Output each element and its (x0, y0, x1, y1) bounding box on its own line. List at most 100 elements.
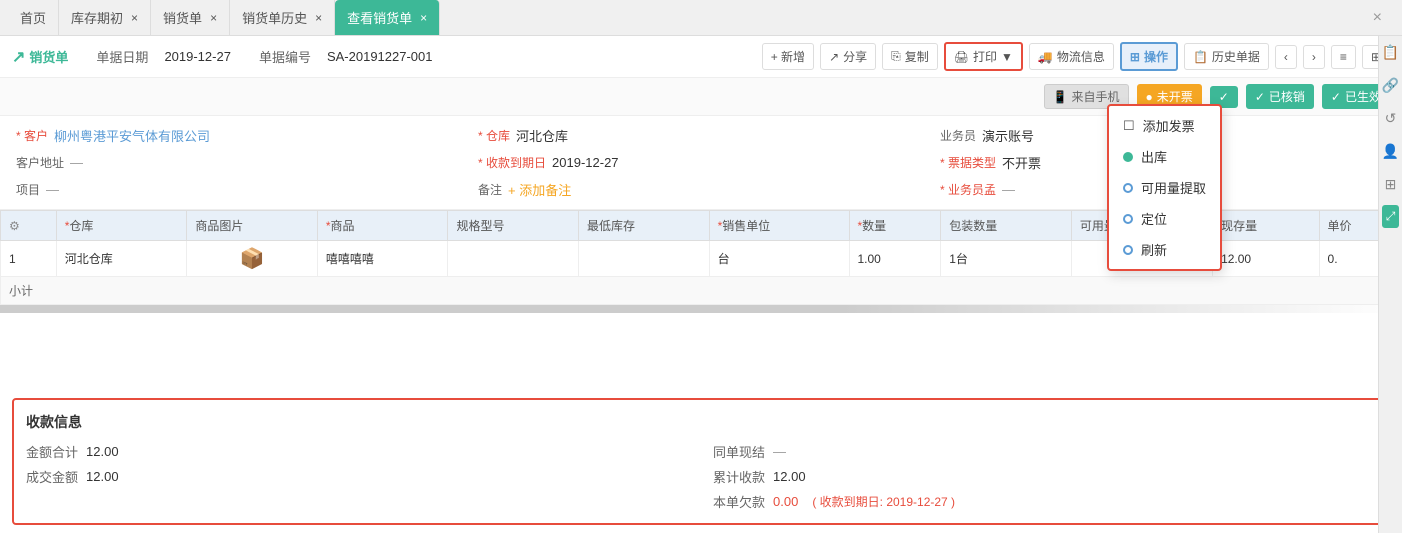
outbound-dot-icon (1123, 152, 1133, 162)
col-spec: 规格型号 (448, 211, 579, 241)
settings-icon[interactable]: ⚙ (9, 219, 20, 233)
transaction-amount-value: 12.00 (86, 469, 119, 484)
payment-left: 金额合计 12.00 成交金额 12.00 (26, 442, 689, 511)
arrears-note: ( 收款到期日: 2019-12-27 ) (812, 493, 955, 510)
number-value: SA-20191227-001 (327, 49, 433, 64)
warehouse-value: 河北仓库 (516, 126, 568, 145)
payment-section: 收款信息 金额合计 12.00 成交金额 12.00 同单现结 — 累计收款 (12, 398, 1390, 525)
tab-home[interactable]: 首页 (8, 0, 59, 35)
same-order-settlement-value: — (773, 444, 786, 459)
project-label: 项目 (16, 181, 40, 198)
sold-check-icon: ✓ (1255, 90, 1265, 104)
col-min-stock: 最低库存 (579, 211, 710, 241)
tab-view-sales[interactable]: 查看销货单 × (335, 0, 440, 35)
cumulative-collection-value: 12.00 (773, 469, 806, 484)
main-content: ↗ 销货单 单据日期 2019-12-27 单据编号 SA-20191227-0… (0, 36, 1402, 533)
transaction-amount-row: 成交金额 12.00 (26, 467, 689, 486)
address-value: — (70, 155, 83, 170)
locate-dot-icon (1123, 214, 1133, 224)
window-close-button[interactable]: × (1361, 9, 1394, 27)
tab-inventory[interactable]: 库存期初 × (59, 0, 151, 35)
already-sold-button[interactable]: ✓ 已核销 (1246, 84, 1314, 109)
same-order-settlement-label: 同单现结 (713, 442, 765, 461)
tool-expand-icon[interactable]: ⤢ (1382, 205, 1400, 228)
payment-date-field: 收款到期日 2019-12-27 (478, 153, 924, 172)
tab-view-sales-close[interactable]: × (420, 11, 427, 25)
address-field: 客户地址 — (16, 153, 462, 172)
col-settings[interactable]: ⚙ (1, 211, 57, 241)
ticket-type-value: 不开票 (1002, 153, 1041, 172)
tool-link-icon[interactable]: 🔗 (1378, 73, 1402, 98)
print-button[interactable]: 🖨 打印 ▼ (944, 42, 1023, 71)
same-order-settlement-row: 同单现结 — (713, 442, 1376, 461)
menu-item-refresh[interactable]: 刷新 (1109, 234, 1220, 265)
tab-sales-history[interactable]: 销货单历史 × (230, 0, 335, 35)
view-list-button[interactable]: ≡ (1331, 45, 1356, 69)
customer-value[interactable]: 柳州粤港平安气体有限公司 (54, 126, 210, 145)
logistics-button[interactable]: 🚚 物流信息 (1029, 43, 1114, 70)
menu-item-locate[interactable]: 定位 (1109, 203, 1220, 234)
tab-sales[interactable]: 销货单 × (151, 0, 230, 35)
row-quantity: 1.00 (849, 241, 941, 277)
warehouse-label: 仓库 (478, 127, 510, 144)
transaction-amount-label: 成交金额 (26, 467, 78, 486)
row-warehouse: 河北仓库 (56, 241, 187, 277)
nav-prev-button[interactable]: ‹ (1275, 45, 1297, 69)
history-icon: 📋 (1193, 50, 1208, 64)
copy-button[interactable]: ⎘ 复制 (882, 43, 938, 70)
tab-sales-history-close[interactable]: × (315, 11, 322, 25)
menu-item-available-qty[interactable]: 可用量提取 (1109, 172, 1220, 203)
payment-date-label: 收款到期日 (478, 154, 546, 171)
share-button[interactable]: ↗ 分享 (820, 43, 876, 70)
history-button[interactable]: 📋 历史单据 (1184, 43, 1269, 70)
sales-staff-label: 业务员孟 (940, 181, 996, 198)
tool-user-icon[interactable]: 👤 (1378, 139, 1402, 164)
print-icon: 🖨 (954, 50, 969, 64)
tool-copy-icon[interactable]: 📋 (1378, 40, 1402, 65)
menu-item-add-invoice[interactable]: ☐ 添加发票 (1109, 110, 1220, 141)
document-header: ↗ 销货单 单据日期 2019-12-27 单据编号 SA-20191227-0… (0, 36, 1402, 78)
warehouse-field: 仓库 河北仓库 (478, 126, 924, 145)
payment-date-value: 2019-12-27 (552, 155, 619, 170)
add-invoice-icon: ☐ (1123, 118, 1135, 134)
document-type: ↗ 销货单 (12, 47, 68, 67)
row-image: 📦 (187, 241, 318, 277)
check-icon: ✓ (1219, 90, 1229, 104)
subtotal-row: 小计 (1, 277, 1402, 305)
horizontal-scrollbar[interactable] (0, 305, 1402, 313)
product-image-icon: 📦 (240, 248, 265, 270)
current-arrears-row: 本单欠款 0.00 ( 收款到期日: 2019-12-27 ) (713, 492, 1376, 511)
right-tools-panel: 📋 🔗 ↺ 👤 ⊞ ⤢ (1378, 36, 1402, 533)
tool-grid-icon[interactable]: ⊞ (1381, 172, 1401, 197)
operations-button[interactable]: ⊞ 操作 (1120, 42, 1178, 71)
col-image: 商品图片 (187, 211, 318, 241)
row-spec (448, 241, 579, 277)
operations-dropdown: ☐ 添加发票 出库 可用量提取 定位 刷新 (1107, 104, 1222, 271)
project-value: — (46, 182, 59, 197)
amount-total-label: 金额合计 (26, 442, 78, 461)
customer-label: 客户 (16, 127, 48, 144)
row-product: 嘻嘻嘻嘻 (317, 241, 448, 277)
row-min-stock (579, 241, 710, 277)
ticket-icon: ● (1146, 90, 1153, 104)
ticket-type-label: 票据类型 (940, 154, 996, 171)
col-unit: *销售单位 (709, 211, 849, 241)
sales-staff-value: — (1002, 182, 1015, 197)
share-icon: ↗ (829, 50, 839, 64)
tool-refresh-icon[interactable]: ↺ (1381, 106, 1401, 131)
nav-next-button[interactable]: › (1303, 45, 1325, 69)
date-label: 单据日期 (96, 47, 148, 66)
new-button[interactable]: + 新增 (762, 43, 814, 70)
add-note-button[interactable]: + 添加备注 (508, 180, 571, 199)
tab-sales-close[interactable]: × (210, 11, 217, 25)
subtotal-label: 小计 (1, 277, 1402, 305)
copy-icon: ⎘ (891, 49, 901, 64)
row-index: 1 (1, 241, 57, 277)
tab-inventory-close[interactable]: × (131, 11, 138, 25)
note-field: 备注 + 添加备注 (478, 180, 924, 199)
staff-value: 演示账号 (982, 126, 1034, 145)
col-quantity: *数量 (849, 211, 941, 241)
current-arrears-value: 0.00 (773, 494, 798, 509)
note-label: 备注 (478, 181, 502, 198)
menu-item-outbound[interactable]: 出库 (1109, 141, 1220, 172)
